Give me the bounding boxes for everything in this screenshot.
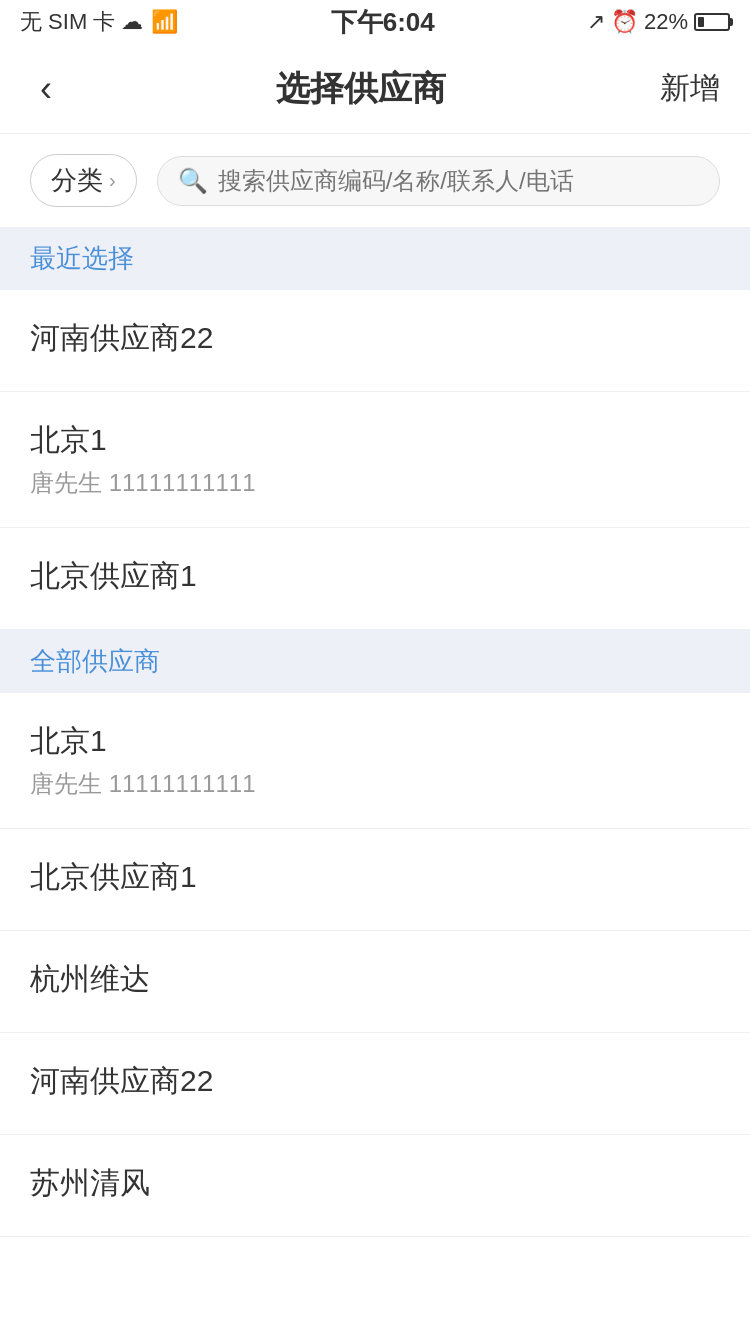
list-item[interactable]: 北京供应商1 (0, 829, 750, 931)
list-container: 最近选择河南供应商22 北京1 唐先生 11111111111 北京供应商1 全部供应商… (0, 227, 750, 1237)
status-right: ↗ ⏰ 22% (587, 9, 730, 35)
nav-bar: ‹ 选择供应商 新增 (0, 44, 750, 134)
section-header-recent: 最近选择 (0, 227, 750, 290)
list-item[interactable]: 苏州清风 (0, 1135, 750, 1237)
search-icon: 🔍 (178, 167, 208, 195)
item-name: 杭州维达 (30, 959, 720, 1000)
status-left: 无 SIM 卡 ☁ 📶 (20, 7, 178, 37)
search-box: 🔍 (157, 156, 720, 206)
back-button[interactable]: ‹ (30, 58, 62, 120)
section-header-all: 全部供应商 (0, 630, 750, 693)
wifi-icon: 📶 (151, 9, 178, 35)
list-item[interactable]: 北京供应商1 (0, 528, 750, 630)
item-name: 北京供应商1 (30, 857, 720, 898)
category-filter-button[interactable]: 分类 › (30, 154, 137, 207)
alarm-icon: ⏰ (611, 9, 638, 35)
status-time: 下午6:04 (331, 5, 435, 40)
list-item[interactable]: 北京1 唐先生 11111111111 (0, 693, 750, 829)
item-name: 河南供应商22 (30, 318, 720, 359)
item-name: 北京1 (30, 721, 720, 762)
list-item[interactable]: 杭州维达 (0, 931, 750, 1033)
sim-status: 无 SIM 卡 ☁ (20, 7, 143, 37)
status-bar: 无 SIM 卡 ☁ 📶 下午6:04 ↗ ⏰ 22% (0, 0, 750, 44)
chevron-right-icon: › (109, 169, 116, 192)
item-name: 苏州清风 (30, 1163, 720, 1204)
list-item[interactable]: 河南供应商22 (0, 1033, 750, 1135)
item-sub: 唐先生 11111111111 (30, 467, 720, 499)
page-title: 选择供应商 (276, 66, 446, 112)
list-item[interactable]: 北京1 唐先生 11111111111 (0, 392, 750, 528)
battery-percent: 22% (644, 9, 688, 35)
item-name: 河南供应商22 (30, 1061, 720, 1102)
search-input[interactable] (218, 167, 699, 195)
filter-bar: 分类 › 🔍 (0, 134, 750, 227)
item-sub: 唐先生 11111111111 (30, 768, 720, 800)
battery-icon (694, 13, 730, 31)
item-name: 北京供应商1 (30, 556, 720, 597)
list-item[interactable]: 河南供应商22 (0, 290, 750, 392)
item-name: 北京1 (30, 420, 720, 461)
category-label: 分类 (51, 163, 103, 198)
add-button[interactable]: 新增 (660, 68, 720, 109)
location-icon: ↗ (587, 9, 605, 35)
